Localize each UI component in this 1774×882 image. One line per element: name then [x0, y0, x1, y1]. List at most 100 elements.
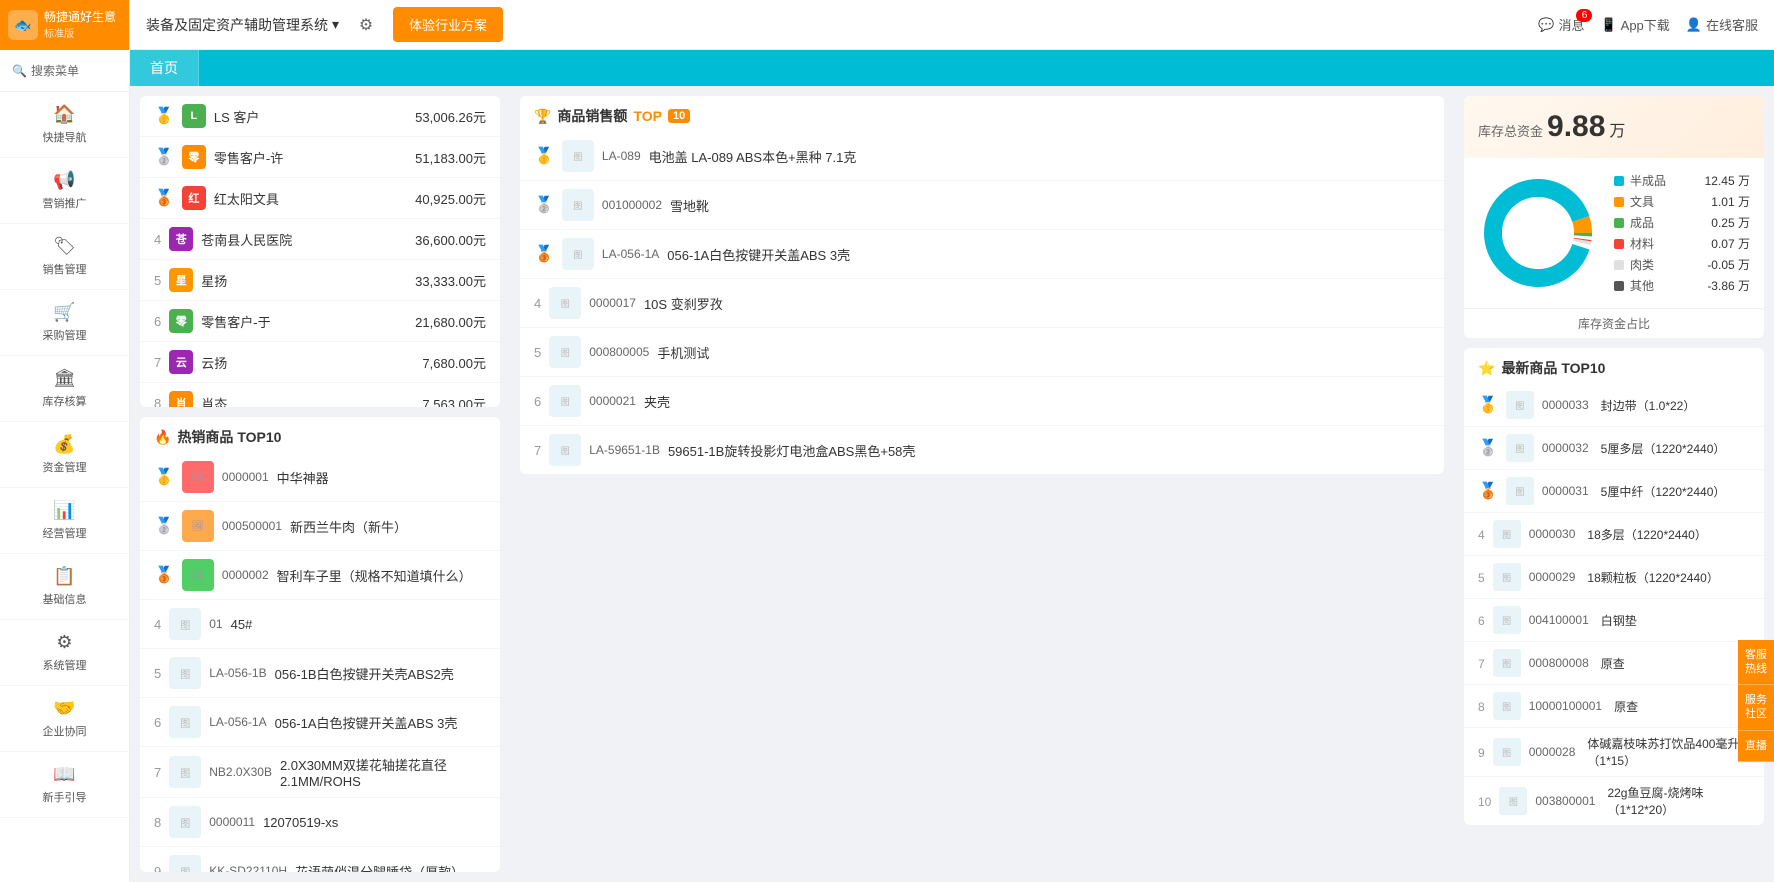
product-code: 0000032	[1542, 441, 1589, 455]
rank-medal: 10	[1478, 794, 1491, 809]
product-name: 056-1A白色按键开关盖ABS 3壳	[667, 245, 850, 264]
mobile-icon: 📱	[1600, 17, 1616, 33]
top-products-table: 🥇 图 LA-089 电池盖 LA-089 ABS本色+黑种 7.1克 🥈 图 …	[520, 132, 1444, 474]
trial-button[interactable]: 体验行业方案	[393, 7, 503, 42]
rank-number: 6	[154, 715, 161, 730]
product-thumbnail: 图	[169, 855, 201, 872]
customer-ranking-row: 8 肖 肖态 7,563.00元	[140, 383, 500, 407]
sidebar-nav: 🏠 快捷导航 📢 营销推广 🏷 销售管理 🛒 采购管理 🏛 库存核算 💰 资金管…	[0, 92, 129, 882]
online-service-button[interactable]: 👤 在线客服	[1686, 15, 1758, 34]
product-code: LA-056-1A	[209, 715, 266, 729]
rank-medal: 🥇	[154, 467, 174, 487]
rank-number: 5	[154, 666, 161, 681]
sidebar-item-finance[interactable]: 💰 资金管理	[0, 422, 129, 488]
new-products-card: ⭐ 最新商品 TOP10 🥇 图 0000033 封边带（1.0*22） 🥈 图…	[1464, 348, 1764, 825]
rank-badge: L	[182, 104, 206, 128]
top-product-row: 🥉 图 LA-056-1A 056-1A白色按键开关盖ABS 3壳	[520, 230, 1444, 279]
top-product-row: 4 图 0000017 10S 变刹罗孜	[520, 279, 1444, 328]
sidebar-item-label: 销售管理	[43, 261, 87, 277]
rank-number: 9	[154, 864, 161, 872]
inventory-amount: 9.88	[1547, 110, 1605, 144]
hot-products-card: 🔥 热销商品 TOP10 🥇 🖼 0000001 中华神器 🥈 🖼 000500…	[140, 417, 500, 872]
sidebar-item-sales[interactable]: 🏷 销售管理	[0, 224, 129, 290]
product-code: 0000028	[1529, 745, 1576, 759]
sidebar-item-system[interactable]: ⚙ 系统管理	[0, 620, 129, 686]
inventory-chart-section: 半成品 12.45 万 文具 1.01 万 成品 0.25 万	[1464, 158, 1764, 308]
inventory-card: 库存总资金 9.88 万	[1464, 96, 1764, 338]
rank-medal: 🥈	[534, 195, 554, 215]
product-code: 000800005	[589, 345, 649, 359]
rank-number: 5	[1478, 571, 1485, 585]
basic-info-icon: 📋	[53, 566, 75, 587]
product-name: 18颗粒板（1220*2440）	[1587, 569, 1718, 586]
finance-icon: 💰	[53, 434, 75, 455]
rank-number: 7	[534, 443, 541, 458]
sidebar-item-label: 营销推广	[43, 195, 87, 211]
product-name: 电池盖 LA-089 ABS本色+黑种 7.1克	[649, 147, 857, 166]
tab-home[interactable]: 首页	[130, 50, 199, 86]
product-name: 10S 变刹罗孜	[644, 294, 723, 313]
rank-medal: 4	[534, 296, 541, 311]
sidebar-item-label: 采购管理	[43, 327, 87, 343]
rank-medal: 🥉	[534, 244, 554, 264]
rank-medal: 🥇	[1478, 395, 1498, 415]
product-name: 5厘中纤（1220*2440）	[1601, 483, 1726, 500]
rank-number: 8	[154, 815, 161, 830]
product-thumbnail: 图	[1493, 520, 1521, 548]
sidebar-item-operations[interactable]: 📊 经营管理	[0, 488, 129, 554]
hot-product-row: 7 图 NB2.0X30B 2.0X30MM双搓花轴搓花直径2.1MM/ROHS	[140, 747, 500, 798]
system-name-dropdown[interactable]: 装备及固定资产辅助管理系统 ▾	[146, 15, 339, 35]
product-thumbnail: 图	[169, 756, 201, 788]
float-service: 客服热线 服务社区 直播	[1738, 640, 1774, 762]
search-menu-area[interactable]: 🔍 搜索菜单	[0, 50, 129, 92]
hot-product-row: 🥇 🖼 0000001 中华神器	[140, 453, 500, 502]
product-code: 001000002	[602, 198, 662, 212]
sidebar-item-basic-info[interactable]: 📋 基础信息	[0, 554, 129, 620]
search-menu-button[interactable]: 🔍 搜索菜单	[8, 58, 121, 83]
float-community-button[interactable]: 服务社区	[1738, 685, 1774, 731]
legend-item-other: 其他 -3.86 万	[1614, 277, 1750, 294]
customer-ranking-row: 🥇 L LS 客户 53,006.26元	[140, 96, 500, 137]
purchase-icon: 🛒	[53, 302, 75, 323]
sidebar-item-inventory[interactable]: 🏛 库存核算	[0, 356, 129, 422]
product-thumbnail: 图	[1506, 477, 1534, 505]
sidebar-item-label: 新手引导	[43, 789, 87, 805]
app-download-button[interactable]: 📱 App下载	[1600, 15, 1669, 34]
message-button[interactable]: 💬 消息 6	[1538, 15, 1584, 34]
rank-number: 5	[154, 273, 161, 288]
legend-item-stationery: 文具 1.01 万	[1614, 193, 1750, 210]
rank-medal: 5	[534, 345, 541, 360]
rank-number: 5	[534, 345, 541, 360]
sidebar-item-guide[interactable]: 📖 新手引导	[0, 752, 129, 818]
rank-number: 7	[154, 355, 161, 370]
sidebar-item-label: 基础信息	[43, 591, 87, 607]
right-panel: 库存总资金 9.88 万	[1454, 86, 1774, 882]
rank-number: 6	[534, 394, 541, 409]
sidebar-item-marketing[interactable]: 📢 营销推广	[0, 158, 129, 224]
settings-button[interactable]: ⚙	[351, 10, 381, 40]
float-hotline-button[interactable]: 客服热线	[1738, 640, 1774, 686]
content-area: 🥇 L LS 客户 53,006.26元 🥈 零 零售客户-许 51,183.0…	[130, 86, 1774, 882]
product-name: 封边带（1.0*22）	[1601, 397, 1696, 414]
new-products-table: 🥇 图 0000033 封边带（1.0*22） 🥈 图 0000032 5厘多层…	[1464, 384, 1764, 825]
product-name: 智利车子里（规格不知道填什么）	[277, 566, 472, 585]
new-product-row: 4 图 0000030 18多层（1220*2440）	[1464, 513, 1764, 556]
rank-number: 4	[1478, 528, 1485, 542]
rank-medal: 4	[154, 617, 161, 632]
product-name: 体碱嘉枝味苏打饮品400毫升（1*15）	[1587, 735, 1750, 769]
rank-number: 8	[1478, 700, 1485, 714]
rank-badge: 云	[169, 350, 193, 374]
product-sales-title: 🏆 商品销售额 TOP 10	[520, 96, 1444, 132]
sidebar-item-cooperation[interactable]: 🤝 企业协同	[0, 686, 129, 752]
search-menu-label: 搜索菜单	[31, 62, 79, 79]
sidebar-item-label: 企业协同	[43, 723, 87, 739]
rank-badge: 肖	[169, 391, 193, 407]
customer-amount: 40,925.00元	[415, 189, 486, 208]
float-live-button[interactable]: 直播	[1738, 731, 1774, 762]
donut-chart	[1478, 173, 1598, 293]
logo-icon: 🐟	[8, 10, 38, 40]
middle-panel: 🏆 商品销售额 TOP 10 🥇 图 LA-089 电池盖 LA-089 ABS…	[510, 86, 1454, 882]
sidebar-item-quick-nav[interactable]: 🏠 快捷导航	[0, 92, 129, 158]
sidebar-item-purchase[interactable]: 🛒 采购管理	[0, 290, 129, 356]
product-name: 雪地靴	[670, 196, 709, 215]
